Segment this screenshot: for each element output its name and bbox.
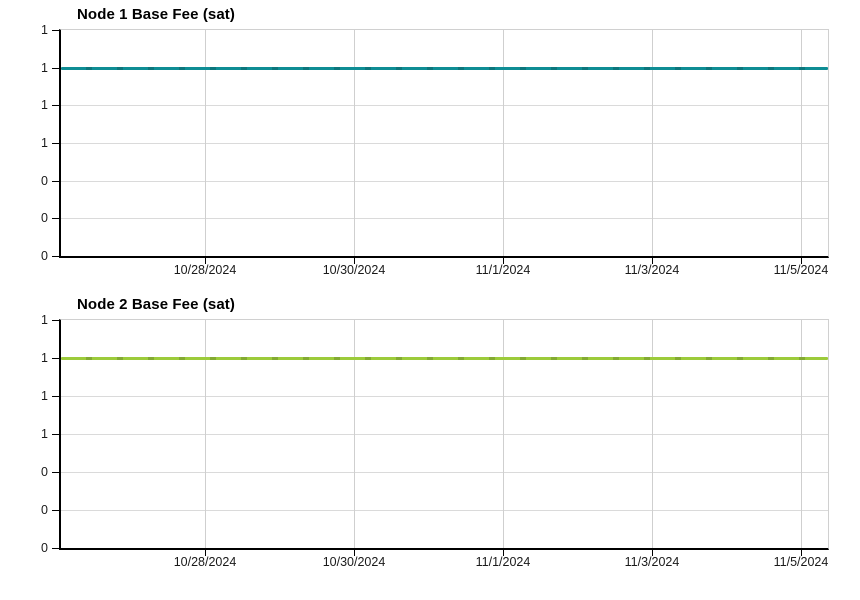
y-tick-label: 0	[0, 539, 48, 557]
y-tick	[52, 472, 59, 473]
y-tick-label: 0	[0, 209, 48, 227]
y-gridline	[61, 510, 828, 511]
y-tick	[52, 434, 59, 435]
y-tick-label: 0	[0, 463, 48, 481]
y-tick	[52, 143, 59, 144]
y-tick	[52, 396, 59, 397]
x-tick-label: 10/30/2024	[306, 262, 402, 278]
y-tick	[52, 548, 59, 549]
x-tick-label: 10/30/2024	[306, 554, 402, 570]
plot-area	[59, 319, 829, 550]
y-tick	[52, 320, 59, 321]
series-line	[61, 357, 828, 360]
y-tick-label: 1	[0, 134, 48, 152]
series-line	[61, 67, 828, 70]
chart-title: Node 2 Base Fee (sat)	[77, 296, 235, 313]
y-tick	[52, 181, 59, 182]
x-tick-label: 11/1/2024	[455, 262, 551, 278]
plot-area	[59, 29, 829, 258]
x-tick-label: 11/5/2024	[753, 554, 849, 570]
x-tick-label: 10/28/2024	[157, 554, 253, 570]
y-tick-label: 1	[0, 21, 48, 39]
y-gridline	[61, 218, 828, 219]
x-gridline	[801, 30, 802, 256]
x-gridline	[503, 320, 504, 548]
y-tick	[52, 510, 59, 511]
chart-node-2-base-fee: Node 2 Base Fee (sat) 1 1 1 1 0 0 0 10/28/2024 1…	[0, 290, 860, 600]
x-tick-label: 11/3/2024	[604, 554, 700, 570]
y-tick-label: 0	[0, 247, 48, 265]
y-tick-label: 1	[0, 59, 48, 77]
y-gridline	[61, 105, 828, 106]
y-gridline	[61, 396, 828, 397]
y-gridline	[61, 181, 828, 182]
x-gridline	[801, 320, 802, 548]
y-tick	[52, 105, 59, 106]
y-tick	[52, 358, 59, 359]
y-tick-label: 1	[0, 349, 48, 367]
y-tick	[52, 218, 59, 219]
y-gridline	[61, 143, 828, 144]
x-gridline	[205, 30, 206, 256]
x-gridline	[652, 30, 653, 256]
y-tick-label: 1	[0, 311, 48, 329]
x-tick-label: 11/1/2024	[455, 554, 551, 570]
x-tick-label: 11/3/2024	[604, 262, 700, 278]
y-gridline	[61, 472, 828, 473]
y-tick-label: 1	[0, 425, 48, 443]
x-gridline	[503, 30, 504, 256]
x-gridline	[205, 320, 206, 548]
y-tick	[52, 30, 59, 31]
y-tick-label: 1	[0, 96, 48, 114]
y-tick	[52, 256, 59, 257]
x-gridline	[652, 320, 653, 548]
x-tick-label: 11/5/2024	[753, 262, 849, 278]
y-tick-label: 1	[0, 387, 48, 405]
y-gridline	[61, 434, 828, 435]
x-gridline	[354, 320, 355, 548]
y-tick	[52, 68, 59, 69]
x-tick-label: 10/28/2024	[157, 262, 253, 278]
x-gridline	[354, 30, 355, 256]
y-tick-label: 0	[0, 172, 48, 190]
chart-node-1-base-fee: Node 1 Base Fee (sat) 1 1 1 1 0 0 0 10/28/2024 1…	[0, 0, 860, 290]
chart-title: Node 1 Base Fee (sat)	[77, 6, 235, 23]
y-tick-label: 0	[0, 501, 48, 519]
